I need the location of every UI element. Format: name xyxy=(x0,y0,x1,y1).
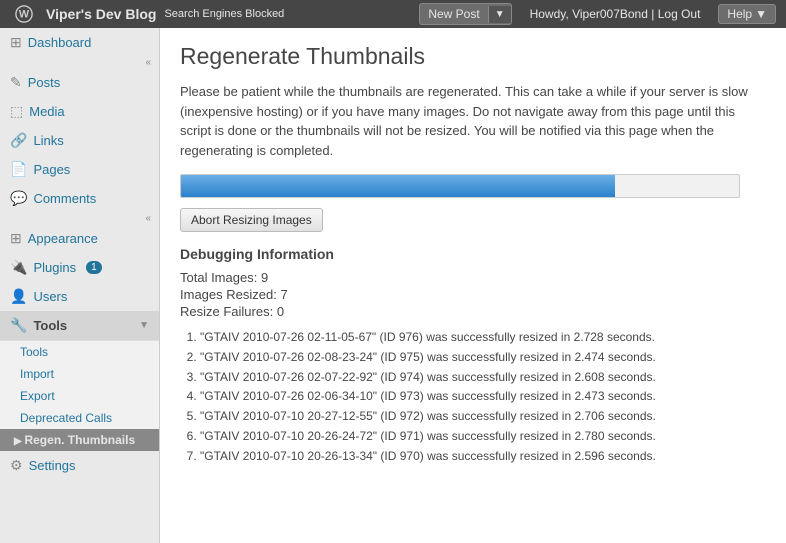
submenu-tools[interactable]: Tools xyxy=(0,341,159,363)
svg-text:W: W xyxy=(19,9,30,21)
sidebar-item-appearance[interactable]: ⊞ Appearance xyxy=(0,224,159,253)
submenu-import[interactable]: Import xyxy=(0,363,159,385)
abort-button[interactable]: Abort Resizing Images xyxy=(180,208,323,232)
list-item: "GTAIV 2010-07-10 20-27-12-55" (ID 972) … xyxy=(200,408,766,425)
plugins-badge: 1 xyxy=(86,261,102,274)
media-icon: ⬚ xyxy=(10,103,23,120)
tools-submenu: Tools Import Export Deprecated Calls Reg… xyxy=(0,340,159,451)
main-content: Regenerate Thumbnails Please be patient … xyxy=(160,28,786,543)
sidebar-item-links[interactable]: 🔗 Links xyxy=(0,126,159,155)
sidebar-item-settings[interactable]: ⚙ Settings xyxy=(0,451,159,480)
list-item: "GTAIV 2010-07-10 20-26-13-34" (ID 970) … xyxy=(200,448,766,465)
links-icon: 🔗 xyxy=(10,132,27,149)
progress-text: 77.8% xyxy=(181,197,739,198)
settings-icon: ⚙ xyxy=(10,457,23,474)
sidebar-item-label: Settings xyxy=(29,458,76,473)
sidebar-item-label: Plugins xyxy=(33,260,76,275)
dashboard-icon: ⊞ xyxy=(10,34,22,51)
sidebar-item-plugins[interactable]: 🔌 Plugins 1 xyxy=(0,253,159,282)
sidebar-item-label: Tools xyxy=(33,318,67,333)
site-name: Viper's Dev Blog xyxy=(46,6,156,22)
collapse-arrow[interactable]: « xyxy=(0,57,159,68)
plugins-icon: 🔌 xyxy=(10,259,27,276)
sidebar-item-label: Users xyxy=(33,289,67,304)
images-resized-info: Images Resized: 7 xyxy=(180,287,766,302)
progress-fill xyxy=(181,175,615,197)
wp-logo-icon: W xyxy=(10,0,38,28)
submenu-regen-thumbnails[interactable]: Regen. Thumbnails xyxy=(0,429,159,451)
description-text: Please be patient while the thumbnails a… xyxy=(180,82,760,160)
comments-icon: 💬 xyxy=(10,190,27,207)
resize-failures-info: Resize Failures: 0 xyxy=(180,304,766,319)
new-post-label: New Post xyxy=(420,4,487,24)
new-post-dropdown-arrow[interactable]: ▼ xyxy=(488,6,511,23)
resize-failures-value: 0 xyxy=(277,304,284,319)
page-title: Regenerate Thumbnails xyxy=(180,43,766,70)
list-item: "GTAIV 2010-07-10 20-26-24-72" (ID 971) … xyxy=(200,428,766,445)
search-engines-blocked-label: Search Engines Blocked xyxy=(164,8,284,20)
sidebar-item-label: Dashboard xyxy=(28,35,92,50)
list-item: "GTAIV 2010-07-26 02-11-05-67" (ID 976) … xyxy=(200,329,766,346)
new-post-button[interactable]: New Post ▼ xyxy=(419,3,511,25)
sidebar-item-pages[interactable]: 📄 Pages xyxy=(0,155,159,184)
results-list: "GTAIV 2010-07-26 02-11-05-67" (ID 976) … xyxy=(180,329,766,465)
total-images-info: Total Images: 9 xyxy=(180,270,766,285)
submenu-deprecated-calls[interactable]: Deprecated Calls xyxy=(0,407,159,429)
total-images-value: 9 xyxy=(261,270,268,285)
sidebar-item-tools[interactable]: 🔧 Tools ▼ xyxy=(0,311,159,340)
sidebar-item-label: Pages xyxy=(33,162,70,177)
submenu-export[interactable]: Export xyxy=(0,385,159,407)
pages-icon: 📄 xyxy=(10,161,27,178)
tools-expand-icon: ▼ xyxy=(139,320,149,331)
images-resized-label: Images Resized: xyxy=(180,287,277,302)
sidebar-item-label: Comments xyxy=(33,191,96,206)
sidebar-item-users[interactable]: 👤 Users xyxy=(0,282,159,311)
sidebar-item-dashboard[interactable]: ⊞ Dashboard xyxy=(0,28,159,57)
logout-link[interactable]: Log Out xyxy=(658,7,701,21)
debug-title: Debugging Information xyxy=(180,246,766,262)
resize-failures-label: Resize Failures: xyxy=(180,304,273,319)
sidebar-item-label: Appearance xyxy=(28,231,98,246)
collapse-arrow-2[interactable]: « xyxy=(0,213,159,224)
images-resized-value: 7 xyxy=(280,287,287,302)
admin-bar: W Viper's Dev Blog Search Engines Blocke… xyxy=(0,0,786,28)
list-item: "GTAIV 2010-07-26 02-07-22-92" (ID 974) … xyxy=(200,369,766,386)
appearance-icon: ⊞ xyxy=(10,230,22,247)
howdy-text: Howdy, Viper007Bond | Log Out xyxy=(530,7,701,21)
posts-icon: ✎ xyxy=(10,74,22,91)
tools-icon: 🔧 xyxy=(10,317,27,334)
progress-bar-container: 77.8% xyxy=(180,174,740,198)
help-dropdown-icon: ▼ xyxy=(755,7,767,21)
sidebar-item-posts[interactable]: ✎ Posts xyxy=(0,68,159,97)
sidebar-item-label: Posts xyxy=(28,75,61,90)
sidebar-item-label: Media xyxy=(29,104,64,119)
sidebar-item-label: Links xyxy=(33,133,63,148)
list-item: "GTAIV 2010-07-26 02-06-34-10" (ID 973) … xyxy=(200,388,766,405)
total-images-label: Total Images: xyxy=(180,270,257,285)
sidebar-item-media[interactable]: ⬚ Media xyxy=(0,97,159,126)
username-link[interactable]: Viper007Bond xyxy=(572,7,648,21)
sidebar: ⊞ Dashboard « ✎ Posts ⬚ Media 🔗 Links 📄 … xyxy=(0,28,160,543)
help-button[interactable]: Help ▼ xyxy=(718,4,776,24)
main-layout: ⊞ Dashboard « ✎ Posts ⬚ Media 🔗 Links 📄 … xyxy=(0,28,786,543)
sidebar-item-comments[interactable]: 💬 Comments xyxy=(0,184,159,213)
users-icon: 👤 xyxy=(10,288,27,305)
list-item: "GTAIV 2010-07-26 02-08-23-24" (ID 975) … xyxy=(200,349,766,366)
